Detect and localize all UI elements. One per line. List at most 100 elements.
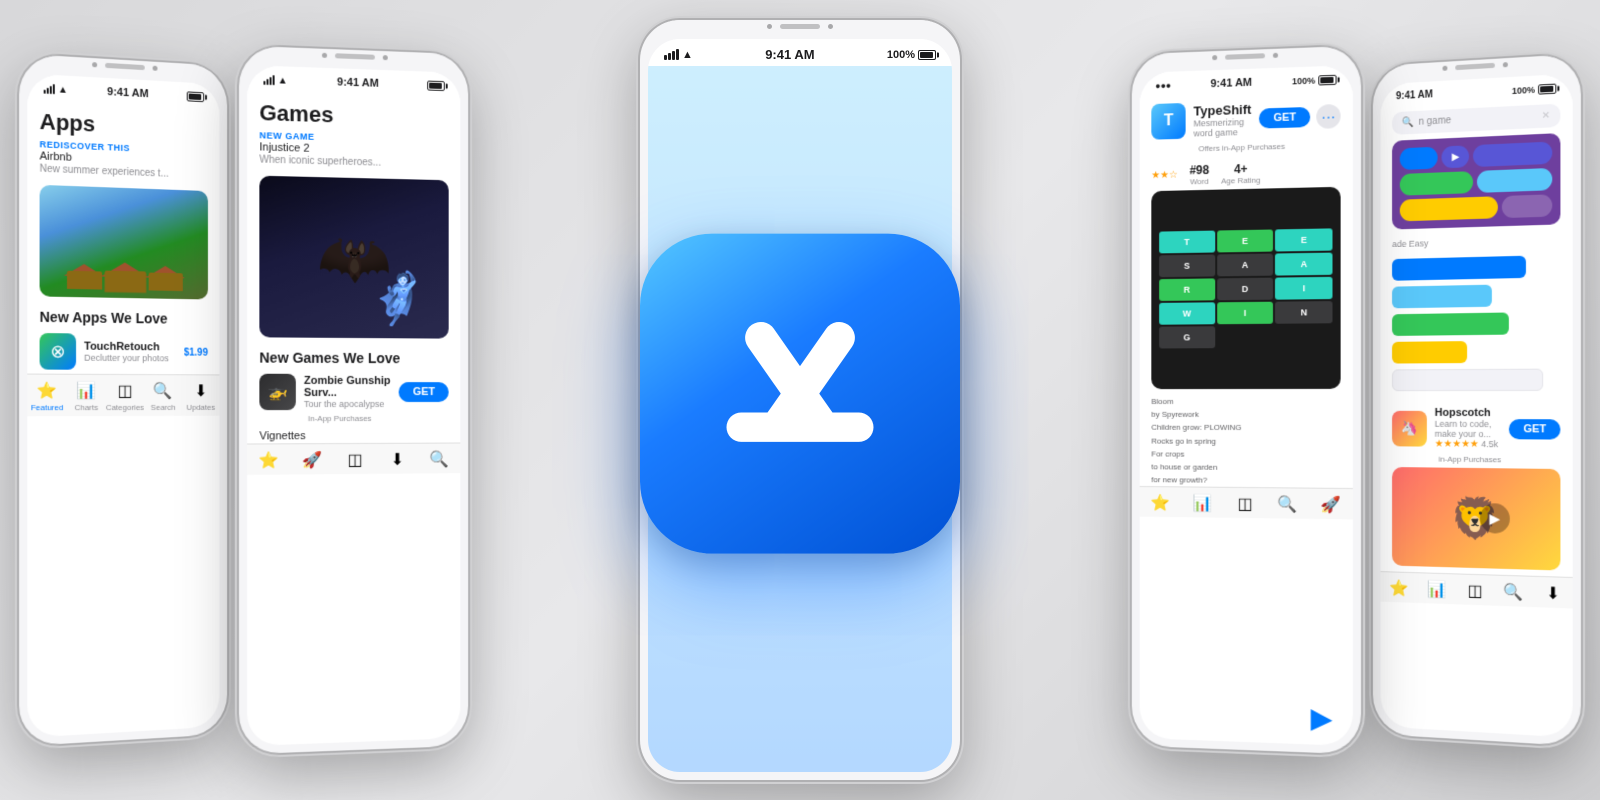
- puzzle-row-2: [1400, 168, 1553, 196]
- puzzle-btn-long[interactable]: [1473, 142, 1552, 168]
- puzzle-row-1: ▶: [1400, 142, 1553, 171]
- tab-bar-4: ⭐ 📊 ◫ 🔍 🚀: [1140, 486, 1353, 519]
- star-rating-5: ★★★★★: [1435, 439, 1479, 450]
- status-bar-3: ▲ 9:41 AM 100%: [648, 39, 952, 66]
- time-display-2: 9:41 AM: [337, 76, 379, 89]
- color-bar-blue: [1392, 256, 1526, 281]
- letter-T: T: [1159, 231, 1215, 254]
- tab-categories-5[interactable]: ◫: [1456, 580, 1494, 601]
- tab-featured-1[interactable]: ⭐ Featured: [27, 381, 66, 413]
- letter-A: A: [1217, 254, 1273, 277]
- tab-charts-4[interactable]: 📊: [1181, 494, 1223, 514]
- search-bar-5[interactable]: 🔍 n game ✕: [1392, 104, 1560, 135]
- puzzle-btn-blue[interactable]: [1400, 147, 1438, 170]
- signal-area-4: ●●●: [1155, 81, 1171, 91]
- tab-search-1[interactable]: 🔍 Search: [144, 381, 182, 412]
- animal-video-thumb[interactable]: 🦁 ▶: [1392, 467, 1560, 571]
- charts-label: Charts: [74, 403, 98, 412]
- phone-1: ▲ 9:41 AM Apps REDISCOVER THIS Airbn: [19, 54, 227, 747]
- star-rating: ★★☆: [1151, 170, 1177, 182]
- signal-text-4: ●●●: [1155, 81, 1171, 91]
- injustice-banner: 🦇 🦸: [259, 176, 448, 339]
- games-title: Games: [247, 89, 460, 136]
- letter-I: I: [1275, 277, 1332, 300]
- sensor-dot-5: [1503, 62, 1508, 67]
- phone-2: ▲ 9:41 AM Games NEW GAME Injustice 2: [239, 46, 468, 755]
- tab-updates-4[interactable]: 🚀: [1309, 495, 1352, 516]
- battery-icon-2: [427, 81, 445, 92]
- typeshift-app-info: TypeShift Mesmerizing word game: [1194, 101, 1252, 138]
- tab-featured-5[interactable]: ⭐: [1381, 578, 1418, 599]
- puzzle-teal[interactable]: [1477, 168, 1552, 193]
- play-icon-5[interactable]: ▶: [1480, 503, 1510, 534]
- hut-1: [66, 264, 101, 290]
- charts-icon-4: 📊: [1193, 494, 1213, 514]
- right-phone-content: 🔍 n game ✕ ▶: [1381, 97, 1573, 577]
- puzzle-yellow[interactable]: [1400, 196, 1498, 221]
- phone-5-screen: 9:41 AM 100% 🔍 n: [1381, 73, 1573, 737]
- letter-G: G: [1159, 326, 1215, 348]
- search-icon-5: 🔍: [1402, 117, 1414, 128]
- featured-icon-5: ⭐: [1390, 578, 1409, 598]
- tab-featured-4[interactable]: ⭐: [1140, 493, 1182, 513]
- zombie-row[interactable]: 🚁 Zombie Gunship Surv... Tour the apocal…: [247, 370, 460, 415]
- tab-stack-2[interactable]: ◫: [334, 450, 377, 470]
- phone-4: ●●● 9:41 AM 100% T: [1132, 46, 1361, 755]
- zombie-get-button[interactable]: GET: [399, 382, 449, 402]
- age-label: Age Rating: [1221, 176, 1260, 186]
- battery-icon-3: [918, 50, 936, 60]
- battery-area-2: [427, 81, 445, 92]
- search-tab-icon-5: 🔍: [1504, 582, 1524, 603]
- puzzle-btn-arrow[interactable]: ▶: [1442, 145, 1470, 168]
- stack-icon: ◫: [347, 450, 362, 470]
- tab-charts-1[interactable]: 📊 Charts: [67, 381, 106, 412]
- featured-icon-4: ⭐: [1151, 493, 1170, 513]
- typeshift-subtitle: Mesmerizing word game: [1194, 116, 1252, 138]
- phone-5-notch: [1373, 54, 1581, 77]
- wifi-icon-3: ▲: [682, 49, 693, 61]
- tab-search-2[interactable]: 🔍: [418, 449, 460, 469]
- hopscotch-get-button[interactable]: GET: [1509, 419, 1560, 439]
- rocket-icon: 🚀: [302, 450, 322, 470]
- speaker-3: [780, 24, 820, 29]
- tab-search-4[interactable]: 🔍: [1266, 495, 1309, 516]
- tab-charts-5[interactable]: 📊: [1418, 579, 1456, 600]
- touchretouch-icon: ⊗: [40, 333, 76, 370]
- main-scene: ▲ 9:41 AM Apps REDISCOVER THIS Airbn: [0, 0, 1600, 800]
- camera-dot-2: [322, 53, 327, 58]
- tab-featured-2[interactable]: ⭐: [247, 450, 290, 470]
- tab-categories-1[interactable]: ◫ Categories: [106, 381, 144, 412]
- typeshift-get-button[interactable]: GET: [1259, 107, 1310, 129]
- touchretouch-tagline: Declutter your photos: [84, 353, 176, 364]
- superman-icon: 🦸: [368, 269, 429, 328]
- battery-area-4: 100%: [1292, 75, 1337, 87]
- camera-dot-3: [767, 24, 772, 29]
- dl-icon: ⬇: [391, 450, 404, 470]
- hopscotch-icon: 🦄: [1392, 410, 1427, 446]
- tab-updates-5[interactable]: ⬇: [1533, 583, 1572, 605]
- rank-box: #98 Word: [1189, 163, 1209, 186]
- camera-dot-4: [1212, 55, 1217, 60]
- wifi-icon-2: ▲: [278, 75, 288, 86]
- letter-R: R: [1159, 278, 1215, 301]
- tab-updates-1[interactable]: ⬇ Updates: [182, 381, 219, 412]
- hopscotch-row[interactable]: 🦄 Hopscotch Learn to code, make your o..…: [1381, 403, 1573, 455]
- tab-dl-2[interactable]: ⬇: [376, 450, 418, 470]
- updates-label: Updates: [186, 403, 215, 412]
- tab-categories-4[interactable]: ◫: [1224, 494, 1267, 514]
- puzzle-white[interactable]: [1502, 194, 1552, 218]
- tab-search-tab-5[interactable]: 🔍: [1494, 582, 1533, 603]
- more-button[interactable]: ···: [1316, 104, 1340, 129]
- touchretouch-row[interactable]: ⊗ TouchRetouch Declutter your photos $1.…: [27, 329, 219, 375]
- sensor-dot-2: [383, 55, 388, 60]
- puzzle-green[interactable]: [1400, 171, 1473, 196]
- hut-3: [148, 266, 182, 292]
- app-store-icon: [640, 234, 960, 554]
- battery-icon: [187, 91, 204, 102]
- new-apps-section: New Apps We Love: [27, 300, 219, 331]
- signal-area-5: 9:41 AM: [1396, 89, 1433, 102]
- tab-rocket-2[interactable]: 🚀: [291, 450, 334, 470]
- zombie-tagline: Tour the apocalypse: [304, 399, 391, 409]
- phone-4-notch: [1132, 46, 1361, 66]
- bloom-credit-1: Bloom: [1140, 395, 1353, 408]
